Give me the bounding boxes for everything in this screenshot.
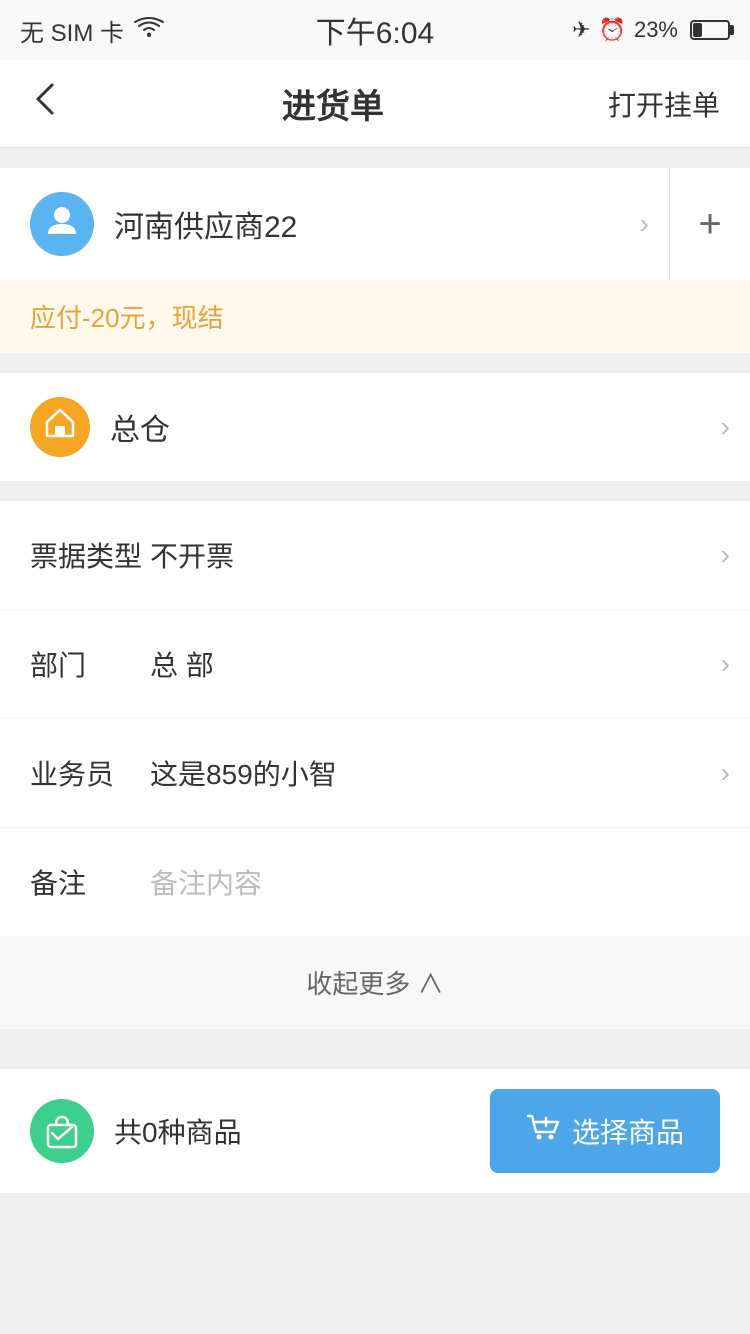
chevron-right-warehouse-icon: ›	[721, 411, 730, 443]
salesperson-row[interactable]: 业务员 这是859的小智 ›	[0, 719, 750, 828]
status-left: 无 SIM 卡	[20, 13, 164, 48]
chevron-right-dept-icon: ›	[721, 648, 730, 680]
add-supplier-button[interactable]: +	[670, 168, 750, 280]
section-gap-3	[0, 481, 750, 501]
department-label: 部门	[30, 644, 150, 684]
remark-input[interactable]: 备注内容	[150, 862, 730, 902]
carrier-label: 无 SIM 卡	[20, 13, 124, 48]
section-gap-2	[0, 353, 750, 373]
page-title: 进货单	[282, 79, 384, 128]
battery-icon	[690, 20, 730, 40]
collapse-label: 收起更多 ∧	[306, 964, 443, 1001]
status-time: 下午6:04	[316, 8, 434, 52]
alarm-icon: ⏰	[599, 17, 626, 43]
battery-percent: 23%	[634, 17, 678, 43]
select-product-button[interactable]: 选择商品	[490, 1089, 720, 1173]
salesperson-label: 业务员	[30, 753, 150, 793]
wifi-icon	[134, 16, 164, 45]
form-section: 票据类型 不开票 › 部门 总 部 › 业务员 这是859的小智 › 备注 备注…	[0, 501, 750, 936]
invoice-type-row[interactable]: 票据类型 不开票 ›	[0, 501, 750, 610]
invoice-type-label: 票据类型	[30, 535, 150, 575]
supplier-avatar	[30, 192, 94, 256]
warehouse-icon	[30, 397, 90, 457]
nav-bar: 进货单 打开挂单	[0, 60, 750, 148]
salesperson-value: 这是859的小智	[150, 753, 711, 793]
section-gap-1	[0, 148, 750, 168]
remark-label: 备注	[30, 862, 150, 902]
product-count-label: 共0种商品	[114, 1111, 490, 1151]
notice-bar: 应付-20元，现结	[0, 280, 750, 353]
chevron-right-invoice-icon: ›	[721, 539, 730, 571]
status-bar: 无 SIM 卡 下午6:04 ✈ ⏰ 23%	[0, 0, 750, 60]
open-pending-button[interactable]: 打开挂单	[608, 84, 720, 124]
status-right: ✈ ⏰ 23%	[572, 17, 730, 43]
house-icon	[43, 406, 77, 448]
warehouse-section[interactable]: 总仓 ›	[0, 373, 750, 481]
warehouse-name: 总仓	[110, 405, 711, 449]
collapse-row[interactable]: 收起更多 ∧	[0, 936, 750, 1029]
back-button[interactable]	[30, 79, 58, 128]
notice-text: 应付-20元，现结	[30, 303, 224, 333]
select-product-label: 选择商品	[572, 1111, 684, 1151]
product-bag-icon	[30, 1099, 94, 1163]
cart-icon	[526, 1114, 560, 1149]
chevron-right-icon: ›	[640, 208, 649, 240]
supplier-name: 河南供应商22	[114, 202, 630, 246]
section-gap-4	[0, 1029, 750, 1049]
invoice-type-value: 不开票	[150, 535, 711, 575]
person-icon	[44, 202, 80, 247]
department-value: 总 部	[150, 644, 711, 684]
chevron-right-sales-icon: ›	[721, 757, 730, 789]
supplier-section: 河南供应商22 › +	[0, 168, 750, 280]
remark-row[interactable]: 备注 备注内容	[0, 828, 750, 936]
department-row[interactable]: 部门 总 部 ›	[0, 610, 750, 719]
location-icon: ✈	[572, 17, 590, 43]
bottom-bar: 共0种商品 选择商品	[0, 1069, 750, 1193]
supplier-selector[interactable]: 河南供应商22 ›	[0, 168, 670, 280]
